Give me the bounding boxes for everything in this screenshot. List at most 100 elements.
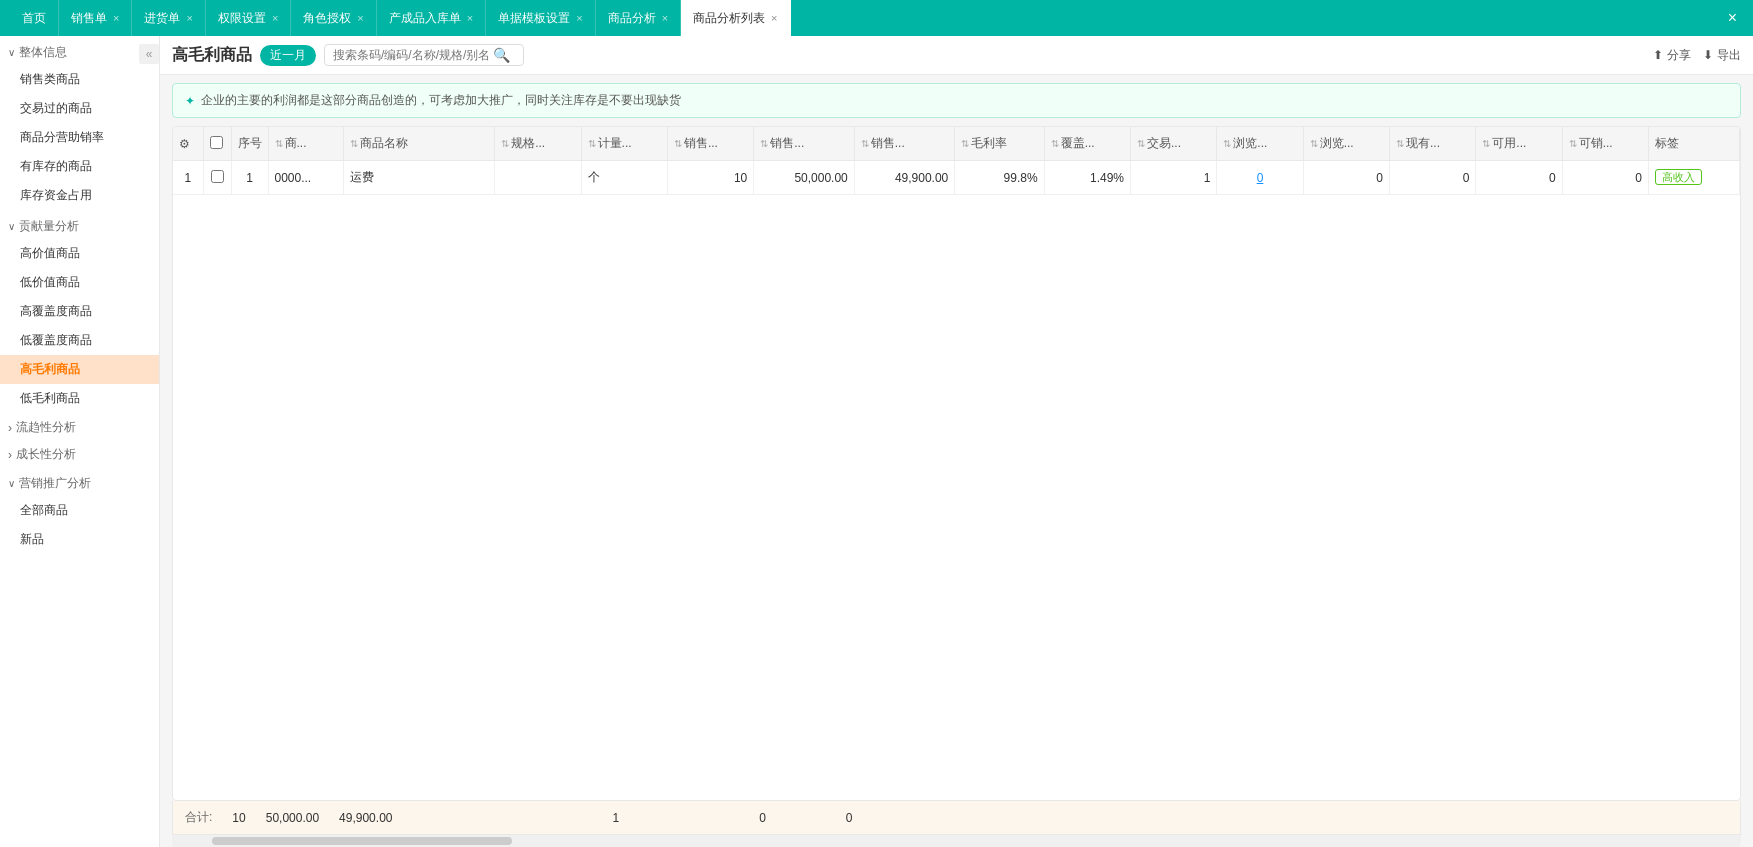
close-all-button[interactable]: × bbox=[1720, 9, 1745, 27]
td-sales-qty: 10 bbox=[667, 161, 753, 195]
footer-sales-amount: 50,000.00 bbox=[266, 811, 319, 825]
nav-tab-home[interactable]: 首页 bbox=[8, 0, 59, 36]
sidebar-group-overall[interactable]: ∨ 整体信息 bbox=[0, 36, 159, 65]
sidebar-item-high-coverage[interactable]: 高覆盖度商品 bbox=[0, 297, 159, 326]
th-sales-profit: ⇅销售... bbox=[854, 127, 955, 161]
td-code: 0000... bbox=[268, 161, 343, 195]
header-actions: ⬆ 分享 ⬇ 导出 bbox=[1653, 47, 1741, 64]
chevron-down-icon: ∨ bbox=[8, 478, 15, 489]
sidebar-item-traded-goods[interactable]: 交易过的商品 bbox=[0, 94, 159, 123]
footer-transactions: 1 bbox=[612, 811, 619, 825]
footer-label: 合计: bbox=[185, 809, 212, 826]
data-table-wrapper: ⚙ 序号 ⇅商... ⇅商品名称 ⇅规格... ⇅计量... ⇅销售... ⇅销… bbox=[172, 126, 1741, 801]
th-available: ⇅可用... bbox=[1476, 127, 1562, 161]
td-checkbox[interactable] bbox=[203, 161, 231, 195]
th-unit: ⇅计量... bbox=[581, 127, 667, 161]
td-unit: 个 bbox=[581, 161, 667, 195]
table-row: 1 1 0000... 运费 个 10 50,000.00 49,900.00 … bbox=[173, 161, 1740, 195]
sidebar-item-high-margin[interactable]: 高毛利商品 bbox=[0, 355, 159, 384]
sidebar-item-low-value[interactable]: 低价值商品 bbox=[0, 268, 159, 297]
nav-tab-permission[interactable]: 权限设置 × bbox=[206, 0, 291, 36]
data-table: ⚙ 序号 ⇅商... ⇅商品名称 ⇅规格... ⇅计量... ⇅销售... ⇅销… bbox=[173, 127, 1740, 195]
sidebar-item-stock-capital[interactable]: 库存资金占用 bbox=[0, 181, 159, 210]
nav-tab-role[interactable]: 角色授权 × bbox=[291, 0, 376, 36]
th-current-stock: ⇅现有... bbox=[1390, 127, 1476, 161]
share-icon: ⬆ bbox=[1653, 48, 1663, 62]
nav-tab-product-inbound[interactable]: 产成品入库单 × bbox=[377, 0, 486, 36]
close-icon[interactable]: × bbox=[662, 12, 668, 24]
content-header: 高毛利商品 近一月 🔍 ⬆ 分享 ⬇ 导出 bbox=[160, 36, 1753, 75]
th-sellable: ⇅可销... bbox=[1562, 127, 1648, 161]
td-sales-profit: 49,900.00 bbox=[854, 161, 955, 195]
export-icon: ⬇ bbox=[1703, 48, 1713, 62]
sidebar-item-sales-goods[interactable]: 销售类商品 bbox=[0, 65, 159, 94]
td-sellable: 0 bbox=[1562, 161, 1648, 195]
nav-tab-product-analysis[interactable]: 商品分析 × bbox=[596, 0, 681, 36]
search-icon[interactable]: 🔍 bbox=[493, 47, 510, 63]
scrollbar-thumb[interactable] bbox=[212, 837, 512, 845]
th-sales-amount: ⇅销售... bbox=[754, 127, 855, 161]
browse1-link[interactable]: 0 bbox=[1257, 171, 1264, 185]
export-button[interactable]: ⬇ 导出 bbox=[1703, 47, 1741, 64]
td-index: 1 bbox=[231, 161, 268, 195]
chevron-down-icon: ∨ bbox=[8, 221, 15, 232]
horizontal-scrollbar[interactable] bbox=[172, 835, 1741, 847]
th-sales-qty: ⇅销售... bbox=[667, 127, 753, 161]
nav-tab-sales[interactable]: 销售单 × bbox=[59, 0, 132, 36]
sidebar-item-low-margin[interactable]: 低毛利商品 bbox=[0, 384, 159, 413]
sidebar-item-all-goods[interactable]: 全部商品 bbox=[0, 496, 159, 525]
close-icon[interactable]: × bbox=[576, 12, 582, 24]
nav-tab-template[interactable]: 单据模板设置 × bbox=[486, 0, 595, 36]
th-transactions: ⇅交易... bbox=[1130, 127, 1216, 161]
content-area: 高毛利商品 近一月 🔍 ⬆ 分享 ⬇ 导出 ✦ 企业的主要的利润都是这部分商品创… bbox=[160, 36, 1753, 847]
td-sales-amount: 50,000.00 bbox=[754, 161, 855, 195]
close-icon[interactable]: × bbox=[113, 12, 119, 24]
footer-sellable: 0 bbox=[846, 811, 853, 825]
footer-sales-profit: 49,900.00 bbox=[339, 811, 392, 825]
td-gross-rate: 99.8% bbox=[955, 161, 1044, 195]
nav-tab-purchase[interactable]: 进货单 × bbox=[132, 0, 205, 36]
chevron-right-icon: › bbox=[8, 448, 12, 462]
footer-available: 0 bbox=[759, 811, 766, 825]
tag-badge: 高收入 bbox=[1655, 169, 1702, 185]
sidebar-group-contribution[interactable]: ∨ 贡献量分析 bbox=[0, 210, 159, 239]
th-coverage: ⇅覆盖... bbox=[1044, 127, 1130, 161]
td-browse1[interactable]: 0 bbox=[1217, 161, 1303, 195]
close-icon[interactable]: × bbox=[357, 12, 363, 24]
sidebar-item-low-coverage[interactable]: 低覆盖度商品 bbox=[0, 326, 159, 355]
chevron-right-icon: › bbox=[8, 421, 12, 435]
search-input[interactable] bbox=[333, 48, 493, 62]
close-icon[interactable]: × bbox=[771, 12, 777, 24]
td-spec bbox=[495, 161, 581, 195]
close-icon[interactable]: × bbox=[186, 12, 192, 24]
sidebar-item-in-stock[interactable]: 有库存的商品 bbox=[0, 152, 159, 181]
sidebar: « ∨ 整体信息 销售类商品 交易过的商品 商品分营助销率 有库存的商品 库存资… bbox=[0, 36, 160, 847]
td-browse2: 0 bbox=[1303, 161, 1389, 195]
sidebar-item-new-goods[interactable]: 新品 bbox=[0, 525, 159, 554]
sidebar-group-growth[interactable]: › 成长性分析 bbox=[0, 440, 159, 467]
th-checkbox[interactable] bbox=[203, 127, 231, 161]
nav-tab-product-analysis-list[interactable]: 商品分析列表 × bbox=[681, 0, 790, 36]
sidebar-group-trend[interactable]: › 流趋性分析 bbox=[0, 413, 159, 440]
filter-recent-month-button[interactable]: 近一月 bbox=[260, 45, 316, 66]
share-button[interactable]: ⬆ 分享 bbox=[1653, 47, 1691, 64]
table-footer: 合计: 10 50,000.00 49,900.00 1 0 0 bbox=[172, 801, 1741, 835]
sidebar-collapse-button[interactable]: « bbox=[139, 44, 159, 64]
info-icon: ✦ bbox=[185, 94, 195, 108]
sidebar-group-marketing[interactable]: ∨ 营销推广分析 bbox=[0, 467, 159, 496]
th-browse1: ⇅浏览... bbox=[1217, 127, 1303, 161]
td-current-stock: 0 bbox=[1390, 161, 1476, 195]
main-layout: « ∨ 整体信息 销售类商品 交易过的商品 商品分营助销率 有库存的商品 库存资… bbox=[0, 36, 1753, 847]
close-icon[interactable]: × bbox=[272, 12, 278, 24]
top-nav: 首页 销售单 × 进货单 × 权限设置 × 角色授权 × 产成品入库单 × 单据… bbox=[0, 0, 1753, 36]
th-tag: 标签 bbox=[1649, 127, 1740, 161]
th-settings[interactable]: ⚙ bbox=[173, 127, 203, 161]
sidebar-item-sales-rate[interactable]: 商品分营助销率 bbox=[0, 123, 159, 152]
sidebar-item-high-value[interactable]: 高价值商品 bbox=[0, 239, 159, 268]
td-name: 运费 bbox=[343, 161, 494, 195]
td-transactions: 1 bbox=[1130, 161, 1216, 195]
select-all-checkbox[interactable] bbox=[210, 136, 223, 149]
row-checkbox[interactable] bbox=[211, 170, 224, 183]
th-name: ⇅商品名称 bbox=[343, 127, 494, 161]
close-icon[interactable]: × bbox=[467, 12, 473, 24]
